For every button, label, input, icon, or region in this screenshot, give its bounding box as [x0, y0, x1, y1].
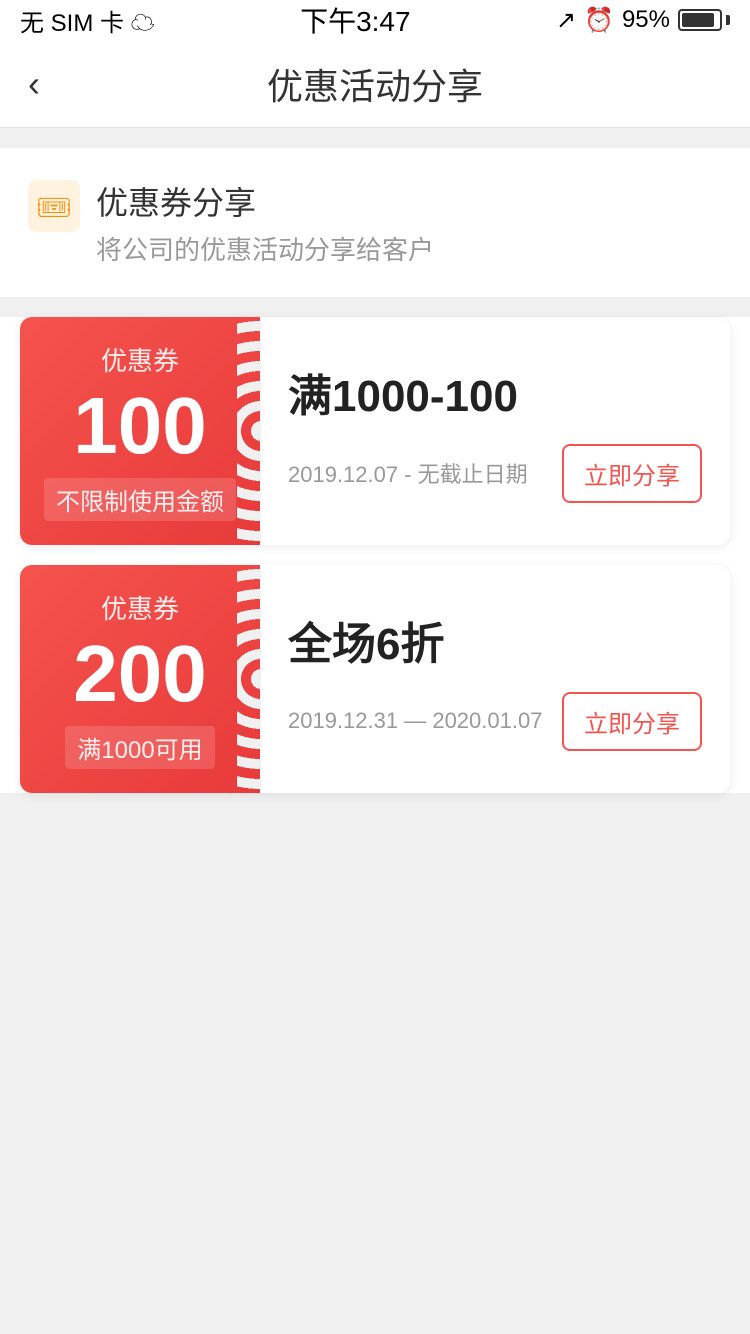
battery-percent: 95% [622, 6, 670, 34]
share-button-1[interactable]: 立即分享 [562, 444, 702, 503]
coupon-left-2: 优惠券 200 满1000可用 [20, 565, 260, 793]
section-title: 优惠券分享 [96, 178, 434, 224]
battery-icon [678, 9, 730, 31]
status-bar: 无 SIM 卡 ☁ 下午3:47 ↗ ⏰ 95% [0, 0, 750, 40]
coupon-label-1: 优惠券 [101, 341, 179, 378]
alarm-icon: ⏰ [584, 6, 614, 35]
page-title: 优惠活动分享 [267, 58, 483, 110]
location-icon: ↗ [556, 6, 576, 35]
coupon-share-icon: 🎟 [28, 180, 80, 232]
coupon-condition-1: 不限制使用金额 [44, 478, 236, 521]
coupon-value-1: 100 [73, 386, 206, 466]
coupon-name-1: 满1000-100 [288, 360, 702, 424]
coupon-list: 优惠券 100 不限制使用金额 满1000-100 2019.12.07 - 无… [0, 317, 750, 793]
svg-text:🎟: 🎟 [36, 192, 72, 223]
section-text: 优惠券分享 将公司的优惠活动分享给客户 [96, 178, 434, 267]
coupon-value-2: 200 [73, 634, 206, 714]
coupon-date-2: 2019.12.31 — 2020.01.07 [288, 708, 542, 734]
share-button-2[interactable]: 立即分享 [562, 692, 702, 751]
coupon-bottom-1: 2019.12.07 - 无截止日期 立即分享 [288, 444, 702, 503]
coupon-left-1: 优惠券 100 不限制使用金额 [20, 317, 260, 545]
sim-label: 无 SIM 卡 ☁ [20, 3, 155, 38]
coupon-condition-2: 满1000可用 [65, 726, 214, 769]
coupon-bottom-2: 2019.12.31 — 2020.01.07 立即分享 [288, 692, 702, 751]
status-left: 无 SIM 卡 ☁ [20, 3, 155, 38]
section-subtitle: 将公司的优惠活动分享给客户 [96, 230, 434, 267]
coupon-card-1: 优惠券 100 不限制使用金额 满1000-100 2019.12.07 - 无… [20, 317, 730, 545]
back-button[interactable]: ‹ [28, 63, 40, 105]
coupon-right-2: 全场6折 2019.12.31 — 2020.01.07 立即分享 [260, 565, 730, 793]
section-header: 🎟 优惠券分享 将公司的优惠活动分享给客户 [0, 148, 750, 297]
nav-bar: ‹ 优惠活动分享 [0, 40, 750, 128]
coupon-label-2: 优惠券 [101, 589, 179, 626]
coupon-right-1: 满1000-100 2019.12.07 - 无截止日期 立即分享 [260, 317, 730, 545]
coupon-date-1: 2019.12.07 - 无截止日期 [288, 457, 528, 489]
coupon-card-2: 优惠券 200 满1000可用 全场6折 2019.12.31 — 2020.0… [20, 565, 730, 793]
status-right: ↗ ⏰ 95% [556, 6, 730, 35]
coupon-name-2: 全场6折 [288, 608, 702, 672]
status-time: 下午3:47 [300, 0, 411, 40]
